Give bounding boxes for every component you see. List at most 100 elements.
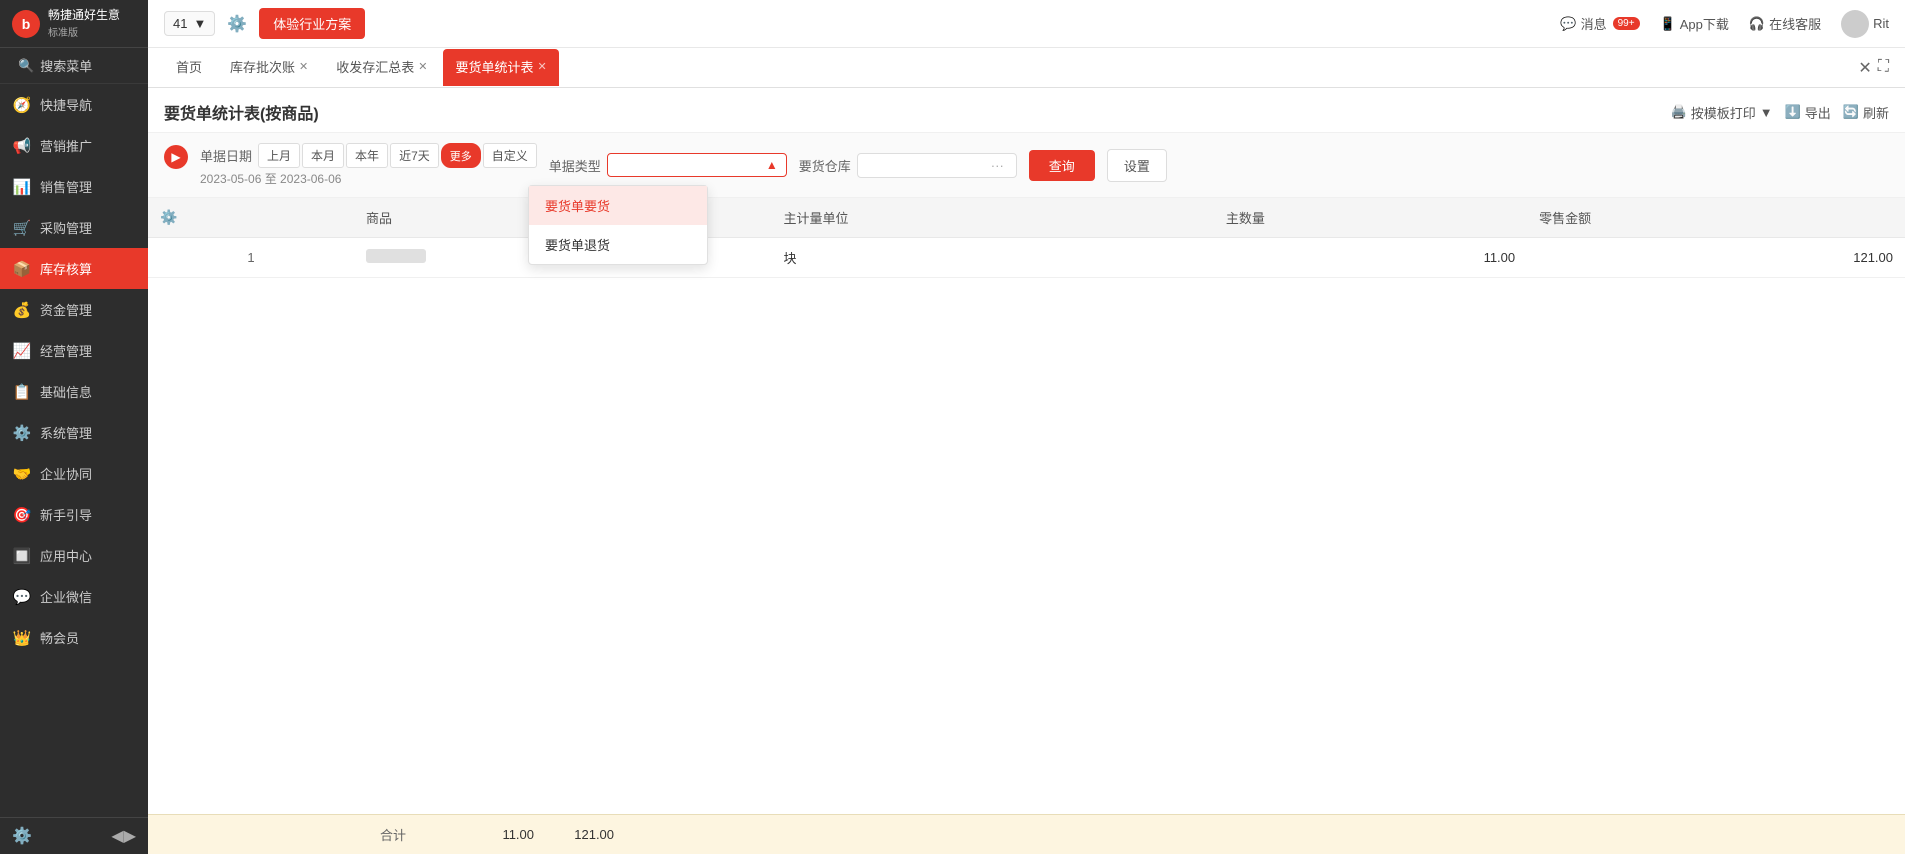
type-dropdown: 要货单要货要货单退货 xyxy=(528,185,708,265)
user-name: Rit xyxy=(1873,16,1889,31)
nav-icon: ⚙️ xyxy=(12,424,32,442)
sidebar-search[interactable]: 🔍 搜索菜单 xyxy=(0,48,148,84)
export-action[interactable]: ⬇️ 导出 xyxy=(1785,103,1831,122)
nav-icon: 🎯 xyxy=(12,506,32,524)
data-table: ⚙️ 商品 主计量单位 主数量 零售金额 1 块 11.00 121.00 xyxy=(148,198,1905,278)
date-more-btn[interactable]: 更多 xyxy=(441,143,481,168)
sidebar-item-企业协同[interactable]: 🤝企业协同 xyxy=(0,453,148,494)
footer-total-label: 合计 xyxy=(160,825,406,844)
filter-expand-button[interactable]: ▶ xyxy=(164,145,188,169)
footer-amount: 121.00 xyxy=(546,827,626,842)
tab-label: 要货单统计表 xyxy=(455,57,533,76)
sidebar-item-资金管理[interactable]: 💰资金管理 xyxy=(0,289,148,330)
tab-label: 库存批次账 xyxy=(230,57,295,76)
page-header: 要货单统计表(按商品) 🖨️ 按模板打印 ▼ ⬇️ 导出 🔄 刷新 xyxy=(148,88,1905,133)
settings-bottom-icon[interactable]: ⚙️ xyxy=(12,826,32,846)
nav-icon: 🛒 xyxy=(12,219,32,237)
col-amount: 零售金额 xyxy=(1527,198,1905,238)
nav-icon: 📈 xyxy=(12,342,32,360)
refresh-action[interactable]: 🔄 刷新 xyxy=(1843,103,1889,122)
col-unit: 主计量单位 xyxy=(771,198,1213,238)
page-title: 要货单统计表(按商品) xyxy=(164,100,319,124)
table-container: ⚙️ 商品 主计量单位 主数量 零售金额 1 块 11.00 121.00 xyxy=(148,198,1905,814)
collapse-icon[interactable]: ◀▶ xyxy=(111,826,136,846)
edition-label: 标准版 xyxy=(48,24,120,39)
sidebar-item-系统管理[interactable]: ⚙️系统管理 xyxy=(0,412,148,453)
filter-bar: ▶ 单据日期 上月 本月 本年 近7天 更多 自定义 xyxy=(148,133,1905,198)
tab-close-all[interactable]: ✕ xyxy=(1858,58,1871,78)
warehouse-filter-label: 要货仓库 xyxy=(799,156,851,175)
tab-close-icon[interactable]: ✕ xyxy=(418,60,427,73)
settings-button[interactable]: 设置 xyxy=(1107,149,1167,182)
filter-fields: 单据日期 上月 本月 本年 近7天 更多 自定义 2023-05-06 至 20… xyxy=(200,143,1889,187)
tab-bar-actions: ✕ ⛶ xyxy=(1858,58,1889,78)
tab-首页[interactable]: 首页 xyxy=(164,49,214,86)
online-service-action[interactable]: 🎧 在线客服 xyxy=(1749,14,1821,33)
page-content: 要货单统计表(按商品) 🖨️ 按模板打印 ▼ ⬇️ 导出 🔄 刷新 ▶ xyxy=(148,88,1905,854)
tab-maximize[interactable]: ⛶ xyxy=(1878,58,1889,78)
sidebar-item-营销推广[interactable]: 📢营销推广 xyxy=(0,125,148,166)
export-icon: ⬇️ xyxy=(1785,104,1801,120)
tab-收发存汇总表[interactable]: 收发存汇总表 ✕ xyxy=(324,49,439,86)
messages-action[interactable]: 💬 消息 99+ xyxy=(1560,14,1639,33)
date-this-year-btn[interactable]: 本年 xyxy=(346,143,388,168)
store-dropdown-icon: ▼ xyxy=(193,16,206,31)
top-header: 41 ▼ ⚙️ 体验行业方案 💬 消息 99+ 📱 App下载 🎧 在线客服 xyxy=(148,0,1905,48)
type-select[interactable]: ▲ xyxy=(607,153,787,177)
nav-icon: 📦 xyxy=(12,260,32,278)
sidebar-bottom: ⚙️ ◀▶ xyxy=(0,817,148,854)
dropdown-option-要货单退货[interactable]: 要货单退货 xyxy=(529,225,707,264)
col-quantity: 主数量 xyxy=(1214,198,1527,238)
phone-icon: 📱 xyxy=(1660,16,1676,32)
messages-icon: 💬 xyxy=(1560,16,1576,32)
tab-close-icon[interactable]: ✕ xyxy=(538,60,547,73)
header-settings-icon[interactable]: ⚙️ xyxy=(227,14,247,34)
date-buttons: 上月 本月 本年 近7天 更多 自定义 xyxy=(258,143,537,168)
sidebar-nav: 🧭快捷导航📢营销推广📊销售管理🛒采购管理📦库存核算💰资金管理📈经营管理📋基础信息… xyxy=(0,84,148,817)
warehouse-select[interactable]: ··· xyxy=(857,153,1017,178)
sidebar-item-采购管理[interactable]: 🛒采购管理 xyxy=(0,207,148,248)
sidebar-item-新手引导[interactable]: 🎯新手引导 xyxy=(0,494,148,535)
dropdown-option-要货单要货[interactable]: 要货单要货 xyxy=(529,186,707,225)
table-row: 1 块 11.00 121.00 xyxy=(148,238,1905,278)
user-area[interactable]: Rit xyxy=(1841,10,1889,38)
sidebar-item-经营管理[interactable]: 📈经营管理 xyxy=(0,330,148,371)
avatar xyxy=(1841,10,1869,38)
sidebar-item-基础信息[interactable]: 📋基础信息 xyxy=(0,371,148,412)
table-settings-icon[interactable]: ⚙️ xyxy=(160,209,177,225)
date-range-display: 2023-05-06 至 2023-06-06 xyxy=(200,170,537,187)
tab-label: 收发存汇总表 xyxy=(336,57,414,76)
col-settings: ⚙️ xyxy=(148,198,354,238)
store-name: 41 xyxy=(173,16,187,31)
print-action[interactable]: 🖨️ 按模板打印 ▼ xyxy=(1671,103,1773,122)
sidebar-item-库存核算[interactable]: 📦库存核算 xyxy=(0,248,148,289)
logo-icon: b xyxy=(12,10,40,38)
footer-quantity: 11.00 xyxy=(466,827,546,842)
date-7days-btn[interactable]: 近7天 xyxy=(390,143,439,168)
type-filter-group: 单据类型 ▲ xyxy=(549,153,787,177)
date-this-month-btn[interactable]: 本月 xyxy=(302,143,344,168)
tab-bar: 首页库存批次账 ✕ 收发存汇总表 ✕ 要货单统计表 ✕ ✕ ⛶ xyxy=(148,48,1905,88)
tab-库存批次账[interactable]: 库存批次账 ✕ xyxy=(218,49,320,86)
sidebar-item-畅会员[interactable]: 👑畅会员 xyxy=(0,617,148,658)
tab-close-icon[interactable]: ✕ xyxy=(299,60,308,73)
trial-button[interactable]: 体验行业方案 xyxy=(259,8,365,39)
company-name: 畅捷通好生意 xyxy=(48,8,120,24)
date-custom-btn[interactable]: 自定义 xyxy=(483,143,537,168)
query-button[interactable]: 查询 xyxy=(1029,150,1095,181)
tab-要货单统计表[interactable]: 要货单统计表 ✕ xyxy=(443,49,558,86)
export-label: 导出 xyxy=(1805,103,1831,122)
sidebar-item-快捷导航[interactable]: 🧭快捷导航 xyxy=(0,84,148,125)
date-prev-month-btn[interactable]: 上月 xyxy=(258,143,300,168)
nav-icon: 🤝 xyxy=(12,465,32,483)
sidebar-logo: b 畅捷通好生意 标准版 xyxy=(0,0,148,48)
app-download-action[interactable]: 📱 App下载 xyxy=(1660,14,1729,33)
store-selector[interactable]: 41 ▼ xyxy=(164,11,215,36)
row-unit: 块 xyxy=(771,238,1213,278)
sidebar-item-销售管理[interactable]: 📊销售管理 xyxy=(0,166,148,207)
print-label: 按模板打印 xyxy=(1691,103,1756,122)
row-quantity: 11.00 xyxy=(1214,238,1527,278)
sidebar-item-应用中心[interactable]: 🔲应用中心 xyxy=(0,535,148,576)
sidebar-item-企业微信[interactable]: 💬企业微信 xyxy=(0,576,148,617)
refresh-icon: 🔄 xyxy=(1843,104,1859,120)
